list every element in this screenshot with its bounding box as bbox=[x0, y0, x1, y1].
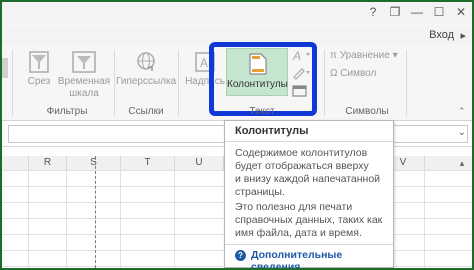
ribbon-separator bbox=[406, 50, 407, 116]
slicer-label: Срез bbox=[27, 76, 51, 87]
equation-label: Уравнение bbox=[339, 50, 390, 61]
sign-in-link[interactable]: Вход bbox=[429, 29, 454, 41]
group-label-text: Текст bbox=[249, 106, 275, 117]
tooltip-divider bbox=[225, 141, 393, 142]
grid-line bbox=[28, 170, 29, 268]
grid-line bbox=[66, 170, 67, 268]
minimize-icon[interactable]: — bbox=[408, 4, 426, 20]
user-icon[interactable]: ▸ bbox=[460, 29, 466, 42]
grid-line bbox=[120, 170, 121, 268]
scroll-up-icon[interactable]: ▴ bbox=[456, 156, 468, 170]
grid-line bbox=[424, 170, 425, 268]
pi-icon: π bbox=[330, 50, 337, 61]
title-bar: ? ❐ — ☐ ✕ bbox=[2, 2, 472, 24]
tooltip-description: Содержимое колонтитулов будет отображать… bbox=[235, 147, 381, 198]
group-label-links: Ссылки bbox=[128, 106, 164, 117]
collapse-ribbon-icon[interactable]: ⌃ bbox=[458, 106, 466, 117]
symbol-button[interactable]: Ω Символ bbox=[330, 68, 376, 79]
help-icon[interactable]: ? bbox=[364, 4, 382, 20]
svg-text:A: A bbox=[200, 56, 208, 70]
ribbon-separator bbox=[12, 50, 13, 116]
globe-link-icon bbox=[137, 52, 155, 71]
hyperlink-label: Гиперссылка bbox=[116, 76, 177, 87]
ribbon-separator bbox=[178, 50, 179, 116]
close-icon[interactable]: ✕ bbox=[452, 4, 470, 20]
equation-button[interactable]: π Уравнение ▾ bbox=[330, 50, 398, 61]
tooltip-title: Колонтитулы bbox=[235, 125, 309, 137]
symbol-label: Символ bbox=[340, 68, 377, 79]
partial-icon bbox=[2, 58, 8, 78]
grid-line bbox=[174, 170, 175, 268]
column-header-u[interactable]: U bbox=[175, 156, 224, 171]
timeline-label-line2: шкала bbox=[69, 88, 99, 99]
excel-window: ? ❐ — ☐ ✕ Вход ▸ Срез Временная шкала Фи… bbox=[0, 0, 474, 270]
partial-command[interactable] bbox=[2, 54, 10, 82]
omega-icon: Ω bbox=[330, 68, 338, 79]
timeline-icon bbox=[72, 51, 96, 73]
column-header-partial[interactable] bbox=[2, 156, 29, 171]
slicer-icon bbox=[29, 51, 49, 73]
slicer-button[interactable]: Срез bbox=[22, 50, 56, 88]
column-header-r[interactable]: R bbox=[29, 156, 67, 171]
tooltip-details: Это полезно для печати справочных данных… bbox=[235, 201, 383, 239]
group-label-symbols: Символы bbox=[345, 106, 389, 117]
page-break-line bbox=[95, 156, 96, 268]
column-header-s[interactable]: S bbox=[67, 156, 121, 171]
chevron-down-icon: ▾ bbox=[392, 50, 398, 61]
ribbon-separator bbox=[324, 50, 325, 116]
column-header-t[interactable]: T bbox=[121, 156, 175, 171]
ribbon-separator bbox=[114, 50, 115, 116]
timeline-label-line1: Временная bbox=[57, 76, 111, 87]
tooltip-divider bbox=[225, 244, 393, 245]
help-icon: ? bbox=[235, 250, 246, 261]
group-label-filters: Фильтры bbox=[46, 106, 88, 117]
ribbon-display-icon[interactable]: ❐ bbox=[386, 4, 404, 20]
timeline-button[interactable]: Временная шкала bbox=[56, 50, 112, 100]
expand-formula-icon[interactable]: ⌄ bbox=[458, 127, 466, 138]
hyperlink-button[interactable]: Гиперссылка bbox=[116, 50, 176, 88]
highlight-box bbox=[209, 42, 317, 116]
more-info-link[interactable]: Дополнительные сведения bbox=[251, 249, 393, 268]
header-footer-tooltip: Колонтитулы Содержимое колонтитулов буде… bbox=[224, 120, 394, 268]
maximize-icon[interactable]: ☐ bbox=[430, 4, 448, 20]
